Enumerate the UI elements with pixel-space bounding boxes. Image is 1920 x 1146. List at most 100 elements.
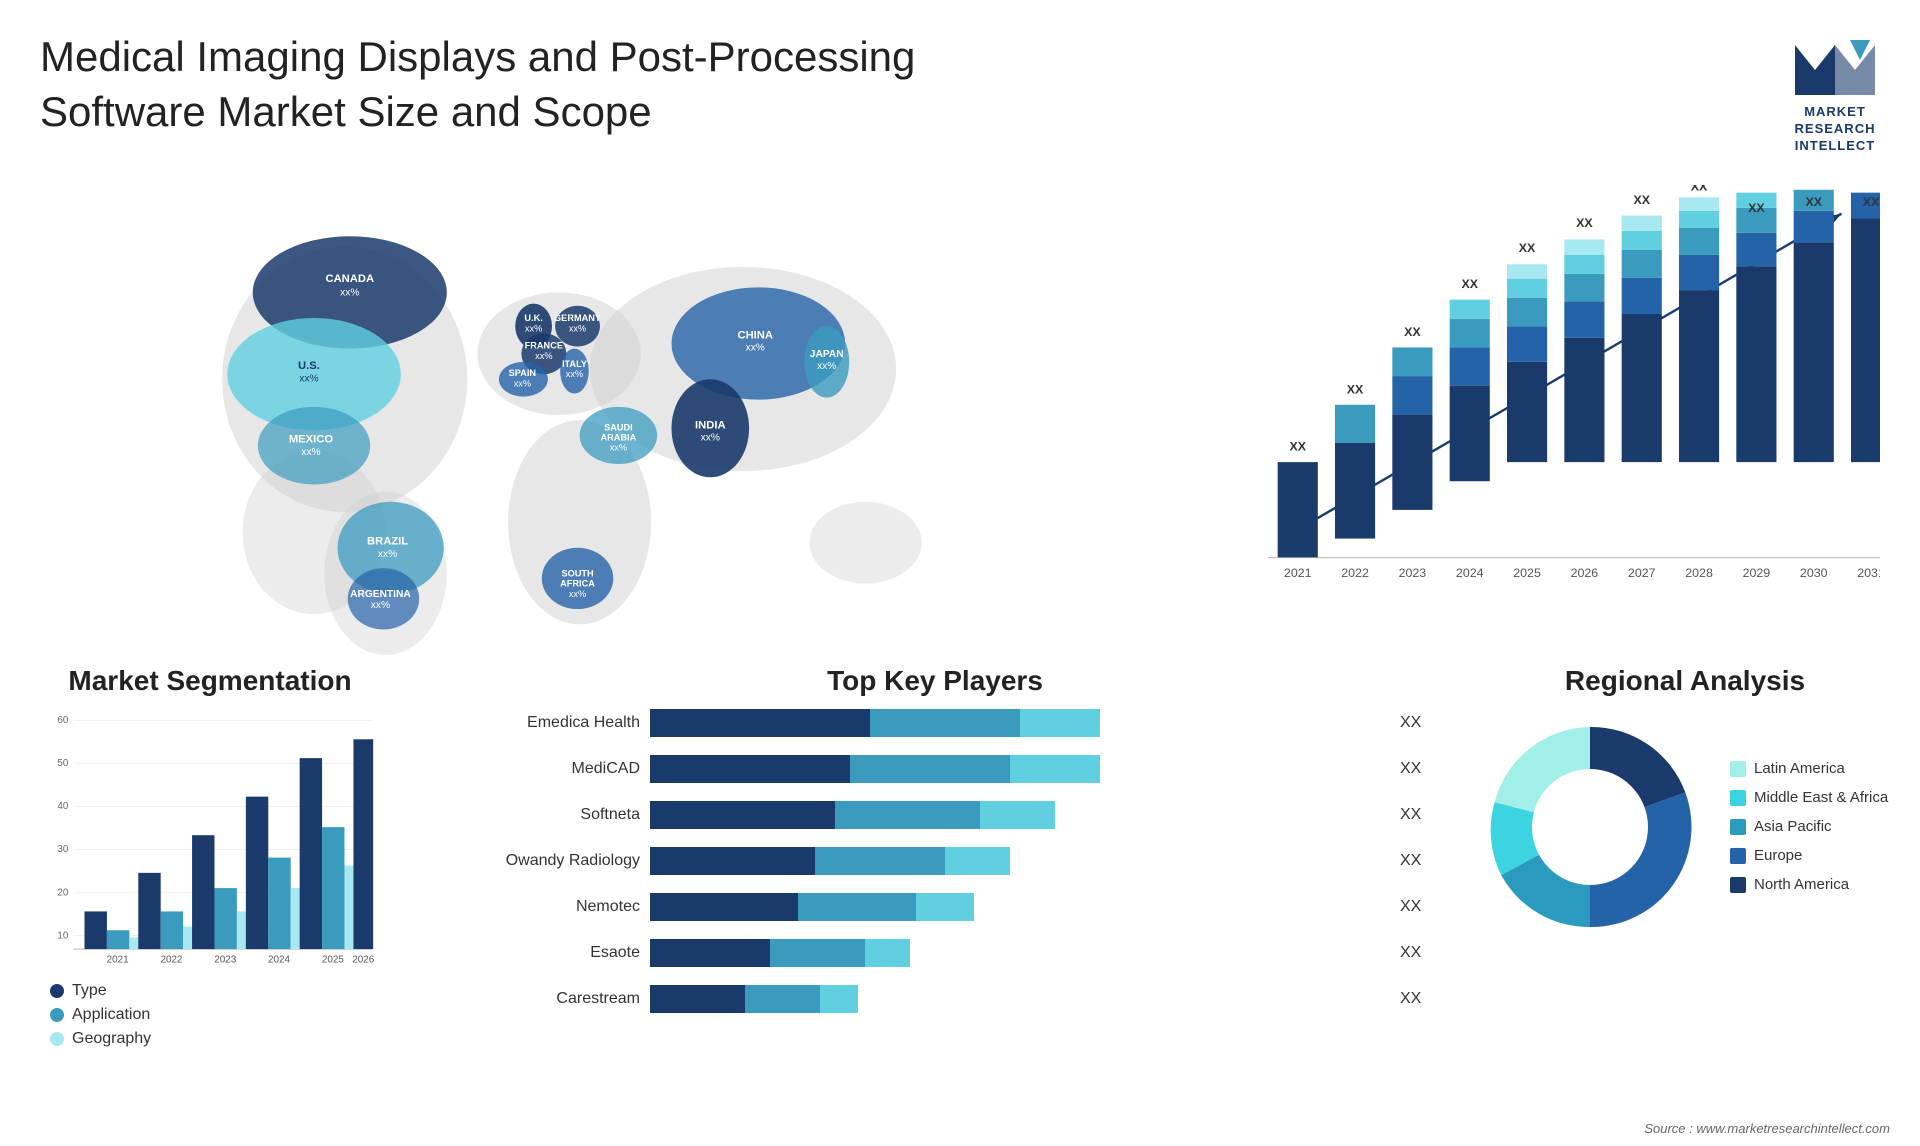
player-name: Nemotec [440, 898, 640, 916]
player-name: MediCAD [440, 760, 640, 778]
svg-text:ARABIA: ARABIA [601, 432, 637, 442]
svg-text:2024: 2024 [1456, 565, 1484, 579]
legend-geo-label: Geography [72, 1030, 151, 1048]
svg-text:2023: 2023 [1399, 565, 1427, 579]
legend-app-label: Application [72, 1006, 150, 1024]
player-row: Owandy Radiology XX [440, 845, 1430, 877]
svg-text:2031: 2031 [1857, 565, 1880, 579]
player-name: Owandy Radiology [440, 852, 640, 870]
legend-europe-color [1730, 848, 1746, 864]
svg-text:50: 50 [57, 758, 68, 769]
legend-asia-pacific-color [1730, 819, 1746, 835]
segmentation-chart: 60 50 40 30 20 10 2021 2022 [20, 707, 400, 967]
player-name: Carestream [440, 990, 640, 1008]
svg-text:2029: 2029 [1743, 565, 1771, 579]
legend-europe-label: Europe [1754, 847, 1802, 864]
svg-text:JAPAN: JAPAN [810, 348, 844, 359]
players-title: Top Key Players [420, 665, 1450, 697]
players-table: Emedica Health XX MediCAD [420, 707, 1450, 1015]
svg-text:XX: XX [1748, 200, 1765, 214]
legend-type-dot [50, 984, 64, 998]
logo-text: MARKET RESEARCH INTELLECT [1795, 104, 1876, 155]
legend-type-label: Type [72, 982, 107, 1000]
svg-text:10: 10 [57, 930, 68, 941]
svg-text:XX: XX [1633, 193, 1650, 207]
svg-text:MEXICO: MEXICO [289, 433, 334, 445]
legend-latin-america-color [1730, 761, 1746, 777]
logo-icon [1790, 30, 1880, 100]
svg-text:2024: 2024 [268, 954, 290, 965]
segmentation-title: Market Segmentation [20, 665, 400, 697]
legend-middle-east-label: Middle East & Africa [1754, 789, 1888, 806]
player-value: XX [1400, 852, 1430, 870]
svg-text:XX: XX [1461, 277, 1478, 291]
player-bar [650, 937, 1382, 969]
legend-middle-east-color [1730, 790, 1746, 806]
legend-asia-pacific-label: Asia Pacific [1754, 818, 1832, 835]
segmentation-legend: Type Application Geography [50, 982, 400, 1048]
players-section: Top Key Players Emedica Health XX MediCA… [420, 665, 1450, 1065]
bottom-row: Market Segmentation 60 50 40 30 20 10 20… [0, 655, 1920, 1075]
player-row: Esaote XX [440, 937, 1430, 969]
svg-text:xx%: xx% [566, 369, 583, 379]
legend-app-dot [50, 1008, 64, 1022]
svg-text:xx%: xx% [299, 373, 318, 384]
player-value: XX [1400, 990, 1430, 1008]
donut-chart [1470, 707, 1710, 947]
svg-text:XX: XX [1519, 241, 1536, 255]
player-name: Emedica Health [440, 714, 640, 732]
player-value: XX [1400, 806, 1430, 824]
svg-text:SPAIN: SPAIN [509, 368, 537, 378]
svg-text:SOUTH: SOUTH [561, 568, 594, 578]
svg-text:2025: 2025 [1513, 565, 1541, 579]
bar-2021-l1 [1278, 462, 1318, 558]
svg-text:ITALY: ITALY [562, 359, 587, 369]
player-bar [650, 799, 1382, 831]
player-name: Esaote [440, 944, 640, 962]
svg-text:2026: 2026 [352, 954, 374, 965]
legend-europe: Europe [1730, 847, 1888, 864]
svg-text:xx%: xx% [569, 588, 586, 598]
svg-text:CANADA: CANADA [325, 273, 374, 285]
player-value: XX [1400, 944, 1430, 962]
svg-text:CHINA: CHINA [737, 329, 773, 341]
svg-text:2021: 2021 [1284, 565, 1312, 579]
svg-text:2023: 2023 [214, 954, 236, 965]
bar-2022-l2 [1335, 404, 1375, 442]
regional-legend: Latin America Middle East & Africa Asia … [1730, 760, 1888, 893]
player-bar [650, 983, 1382, 1015]
player-name: Softneta [440, 806, 640, 824]
svg-text:U.K.: U.K. [524, 313, 542, 323]
svg-text:40: 40 [57, 801, 68, 812]
map-section: CANADA xx% U.S. xx% MEXICO xx% BRAZIL xx… [20, 175, 1180, 655]
player-bar [650, 845, 1382, 877]
svg-text:SAUDI: SAUDI [604, 422, 633, 432]
svg-text:20: 20 [57, 887, 68, 898]
player-value: XX [1400, 714, 1430, 732]
svg-text:XX: XX [1863, 195, 1880, 209]
svg-text:xx%: xx% [340, 287, 359, 298]
svg-text:2021: 2021 [107, 954, 129, 965]
svg-text:XX: XX [1691, 185, 1708, 194]
legend-type: Type [50, 982, 400, 1000]
svg-text:2027: 2027 [1628, 565, 1656, 579]
player-bar [650, 707, 1382, 739]
svg-text:2025: 2025 [322, 954, 344, 965]
player-row: Emedica Health XX [440, 707, 1430, 739]
bar-chart-section: XX 2021 XX 2022 XX 2023 XX 2024 [1200, 175, 1900, 655]
svg-text:AFRICA: AFRICA [560, 578, 595, 588]
svg-text:XX: XX [1576, 216, 1593, 230]
bar-2022-l1 [1335, 443, 1375, 539]
legend-geo: Geography [50, 1030, 400, 1048]
segmentation-section: Market Segmentation 60 50 40 30 20 10 20… [20, 665, 400, 1065]
player-row: Softneta XX [440, 799, 1430, 831]
svg-text:xx%: xx% [746, 342, 765, 353]
legend-north-america-label: North America [1754, 876, 1849, 893]
player-row: Nemotec XX [440, 891, 1430, 923]
svg-text:2022: 2022 [160, 954, 182, 965]
svg-text:INDIA: INDIA [695, 419, 726, 431]
svg-text:2030: 2030 [1800, 565, 1828, 579]
legend-north-america-color [1730, 877, 1746, 893]
donut-wrapper: Latin America Middle East & Africa Asia … [1470, 707, 1900, 947]
svg-text:ARGENTINA: ARGENTINA [350, 588, 411, 599]
